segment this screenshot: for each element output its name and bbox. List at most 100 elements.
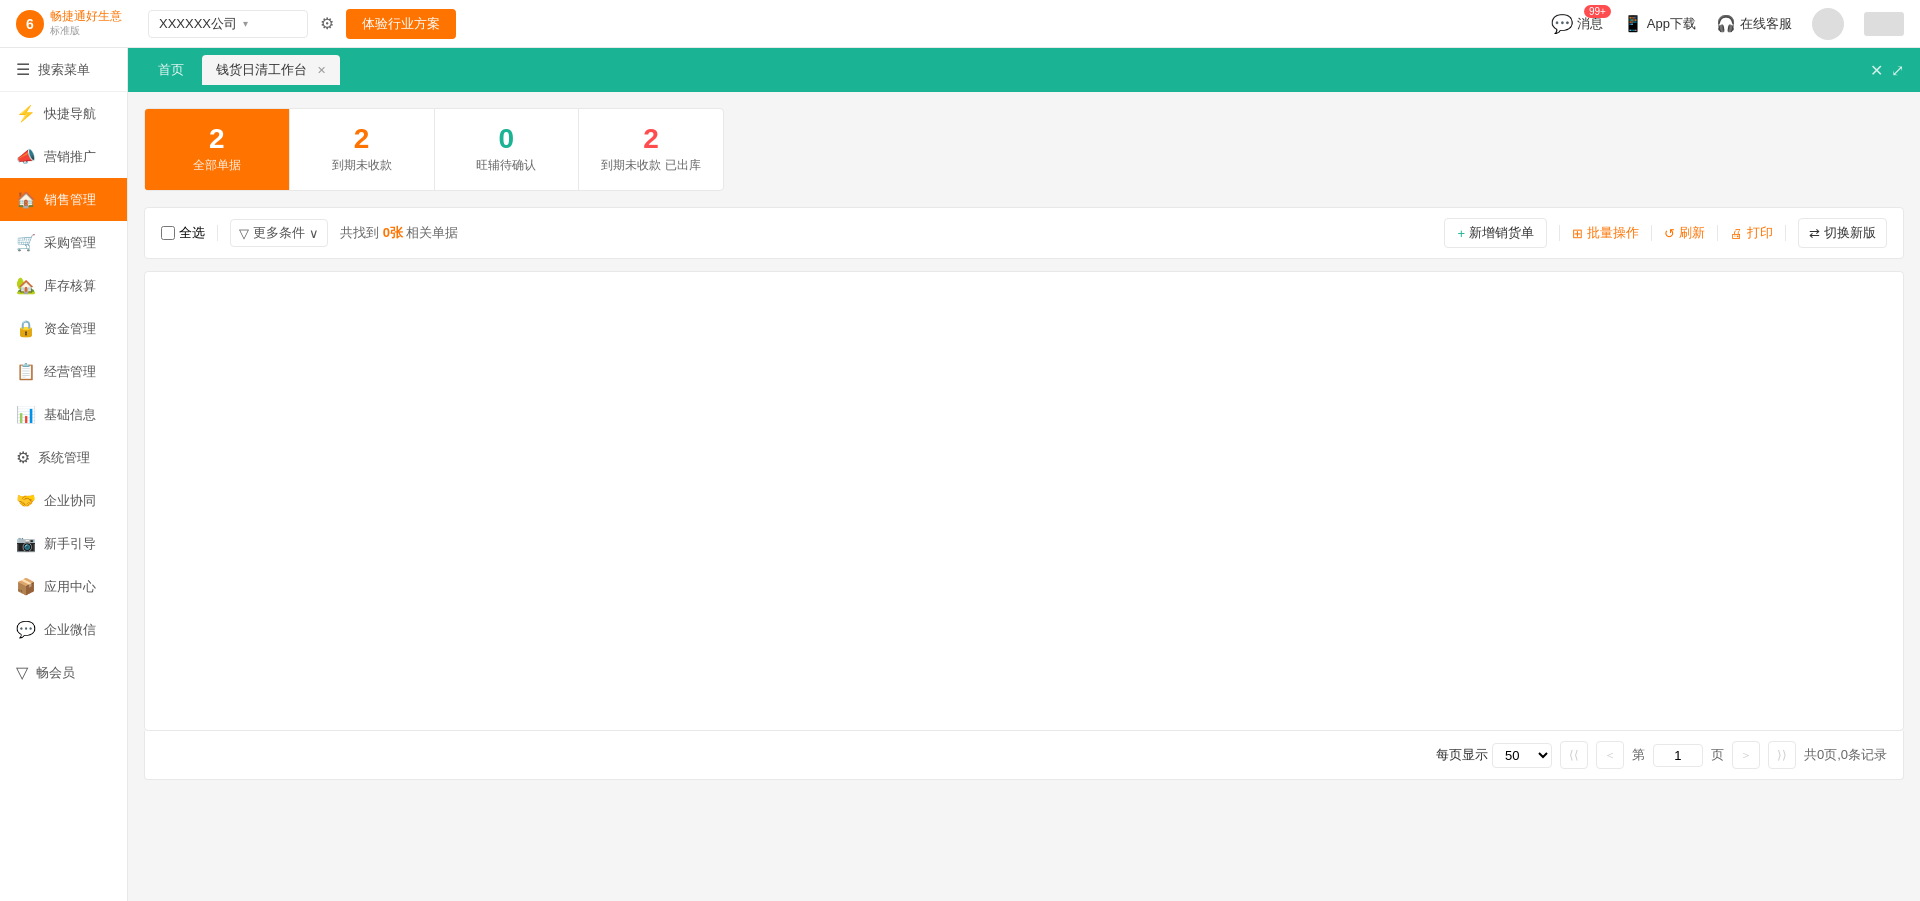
sidebar-item-sales[interactable]: 🏠 销售管理 bbox=[0, 178, 127, 221]
tab-workbench-label: 钱货日清工作台 bbox=[216, 61, 307, 79]
notification-area[interactable]: 💬 消息 99+ bbox=[1551, 13, 1603, 35]
app-download-label: App下载 bbox=[1647, 15, 1696, 33]
system-icon: ⚙ bbox=[16, 448, 30, 467]
batch-label: 批量操作 bbox=[1587, 224, 1639, 242]
basicinfo-icon: 📊 bbox=[16, 405, 36, 424]
page-label: 第 bbox=[1632, 746, 1645, 764]
tab-maximize-icon[interactable]: ⤢ bbox=[1891, 61, 1904, 80]
logo-text: 畅捷通好生意 bbox=[50, 9, 122, 25]
refresh-icon: ↺ bbox=[1664, 226, 1675, 241]
tab-minimize-icon[interactable]: ✕ bbox=[1870, 61, 1883, 80]
refresh-label: 刷新 bbox=[1679, 224, 1705, 242]
stat-label-pending: 旺辅待确认 bbox=[455, 157, 559, 174]
toolbar-divider-4 bbox=[1717, 225, 1718, 241]
online-service-label: 在线客服 bbox=[1740, 15, 1792, 33]
page-input[interactable] bbox=[1653, 744, 1703, 767]
appcenter-icon: 📦 bbox=[16, 577, 36, 596]
sidebar-label-enterprise: 企业协同 bbox=[44, 492, 96, 510]
sidebar-item-basic-info[interactable]: 📊 基础信息 bbox=[0, 393, 127, 436]
stat-label-all: 全部单据 bbox=[165, 157, 269, 174]
stat-card-pending[interactable]: 0 旺辅待确认 bbox=[435, 109, 580, 190]
sidebar-item-finance[interactable]: 🔒 资金管理 bbox=[0, 307, 127, 350]
stat-label-shipped: 到期未收款 已出库 bbox=[599, 157, 703, 174]
add-btn-label: 新增销货单 bbox=[1469, 224, 1534, 242]
tab-close-icon[interactable]: ✕ bbox=[317, 64, 326, 77]
stat-card-all[interactable]: 2 全部单据 bbox=[145, 109, 290, 190]
logo-text-area: 畅捷通好生意 标准版 bbox=[50, 9, 122, 39]
sidebar-label-quicknav: 快捷导航 bbox=[44, 105, 96, 123]
main-content: 首页 钱货日清工作台 ✕ ✕ ⤢ 2 全部单据 2 bbox=[128, 48, 1920, 901]
toolbar-divider-5 bbox=[1785, 225, 1786, 241]
sidebar-item-quicknav[interactable]: ⚡ 快捷导航 bbox=[0, 92, 127, 135]
batch-operation-button[interactable]: ⊞ 批量操作 bbox=[1572, 224, 1639, 242]
sidebar-item-system[interactable]: ⚙ 系统管理 bbox=[0, 436, 127, 479]
switch-version-button[interactable]: ⇄ 切换新版 bbox=[1798, 218, 1887, 248]
sidebar-label-finance: 资金管理 bbox=[44, 320, 96, 338]
stat-number-all: 2 bbox=[165, 125, 269, 153]
sidebar-label-purchase: 采购管理 bbox=[44, 234, 96, 252]
settings-icon[interactable]: ⚙ bbox=[320, 14, 334, 33]
stat-card-overdue[interactable]: 2 到期未收款 bbox=[290, 109, 435, 190]
next-page-button[interactable]: ＞ bbox=[1732, 741, 1760, 769]
sidebar-label-member: 畅会员 bbox=[36, 664, 75, 682]
sales-icon: 🏠 bbox=[16, 190, 36, 209]
found-suffix: 相关单据 bbox=[406, 225, 458, 240]
sidebar-label-basicinfo: 基础信息 bbox=[44, 406, 96, 424]
stat-number-pending: 0 bbox=[455, 125, 559, 153]
switch-label: 切换新版 bbox=[1824, 224, 1876, 242]
active-bar bbox=[145, 187, 289, 190]
select-all-label: 全选 bbox=[179, 224, 205, 242]
stat-card-shipped[interactable]: 2 到期未收款 已出库 bbox=[579, 109, 723, 190]
first-page-button[interactable]: ⟨⟨ bbox=[1560, 741, 1588, 769]
print-icon: 🖨 bbox=[1730, 226, 1743, 241]
sidebar-item-enterprise[interactable]: 🤝 企业协同 bbox=[0, 479, 127, 522]
sidebar-item-member[interactable]: ▽ 畅会员 bbox=[0, 651, 127, 694]
filter-button[interactable]: ▽ 更多条件 ∨ bbox=[230, 219, 328, 247]
select-all-checkbox[interactable]: 全选 bbox=[161, 224, 205, 242]
logo-sub: 标准版 bbox=[50, 24, 122, 38]
stat-number-shipped: 2 bbox=[599, 125, 703, 153]
select-all-input[interactable] bbox=[161, 226, 175, 240]
sidebar-item-newbie[interactable]: 📷 新手引导 bbox=[0, 522, 127, 565]
layout: ☰ 搜索菜单 ⚡ 快捷导航 📣 营销推广 🏠 销售管理 🛒 采购管理 🏡 库存核… bbox=[0, 48, 1920, 901]
plus-icon: + bbox=[1457, 226, 1465, 241]
app-download[interactable]: 📱 App下载 bbox=[1623, 14, 1696, 33]
add-sales-order-button[interactable]: + 新增销货单 bbox=[1444, 218, 1547, 248]
top-header: 6 畅捷通好生意 标准版 XXXXXX公司 ▾ ⚙ 体验行业方案 💬 消息 99… bbox=[0, 0, 1920, 48]
page-of-label: 页 bbox=[1711, 746, 1724, 764]
online-service[interactable]: 🎧 在线客服 bbox=[1716, 14, 1792, 33]
print-button[interactable]: 🖨 打印 bbox=[1730, 224, 1773, 242]
trial-button[interactable]: 体验行业方案 bbox=[346, 9, 456, 39]
sidebar-item-search[interactable]: ☰ 搜索菜单 bbox=[0, 48, 127, 92]
print-label: 打印 bbox=[1747, 224, 1773, 242]
sidebar-label-operations: 经营管理 bbox=[44, 363, 96, 381]
last-page-button[interactable]: ⟩⟩ bbox=[1768, 741, 1796, 769]
page-size-label: 每页显示 bbox=[1436, 746, 1488, 764]
tab-workbench[interactable]: 钱货日清工作台 ✕ bbox=[202, 55, 340, 85]
toolbar-divider-2 bbox=[1559, 225, 1560, 241]
sidebar-item-inventory[interactable]: 🏡 库存核算 bbox=[0, 264, 127, 307]
tab-bar: 首页 钱货日清工作台 ✕ ✕ ⤢ bbox=[128, 48, 1920, 92]
notification-badge: 99+ bbox=[1584, 5, 1611, 18]
prev-page-button[interactable]: ＜ bbox=[1596, 741, 1624, 769]
company-name: XXXXXX公司 bbox=[159, 15, 237, 33]
sidebar-item-wechat[interactable]: 💬 企业微信 bbox=[0, 608, 127, 651]
toolbar-divider bbox=[217, 225, 218, 241]
stat-label-overdue: 到期未收款 bbox=[310, 157, 414, 174]
sidebar-item-operations[interactable]: 📋 经营管理 bbox=[0, 350, 127, 393]
page-size-dropdown[interactable]: 50 100 200 bbox=[1492, 743, 1552, 768]
refresh-button[interactable]: ↺ 刷新 bbox=[1664, 224, 1705, 242]
company-selector[interactable]: XXXXXX公司 ▾ bbox=[148, 10, 308, 38]
sidebar-label-search: 搜索菜单 bbox=[38, 61, 90, 79]
sidebar-item-purchase[interactable]: 🛒 采购管理 bbox=[0, 221, 127, 264]
page-total: 共0页,0条记录 bbox=[1804, 746, 1887, 764]
sidebar-label-wechat: 企业微信 bbox=[44, 621, 96, 639]
tab-home[interactable]: 首页 bbox=[144, 55, 198, 85]
sidebar-item-appcenter[interactable]: 📦 应用中心 bbox=[0, 565, 127, 608]
user-avatar[interactable] bbox=[1812, 8, 1844, 40]
service-icon: 🎧 bbox=[1716, 14, 1736, 33]
enterprise-icon: 🤝 bbox=[16, 491, 36, 510]
table-area bbox=[144, 271, 1904, 731]
user-name[interactable] bbox=[1864, 12, 1904, 36]
sidebar-item-marketing[interactable]: 📣 营销推广 bbox=[0, 135, 127, 178]
